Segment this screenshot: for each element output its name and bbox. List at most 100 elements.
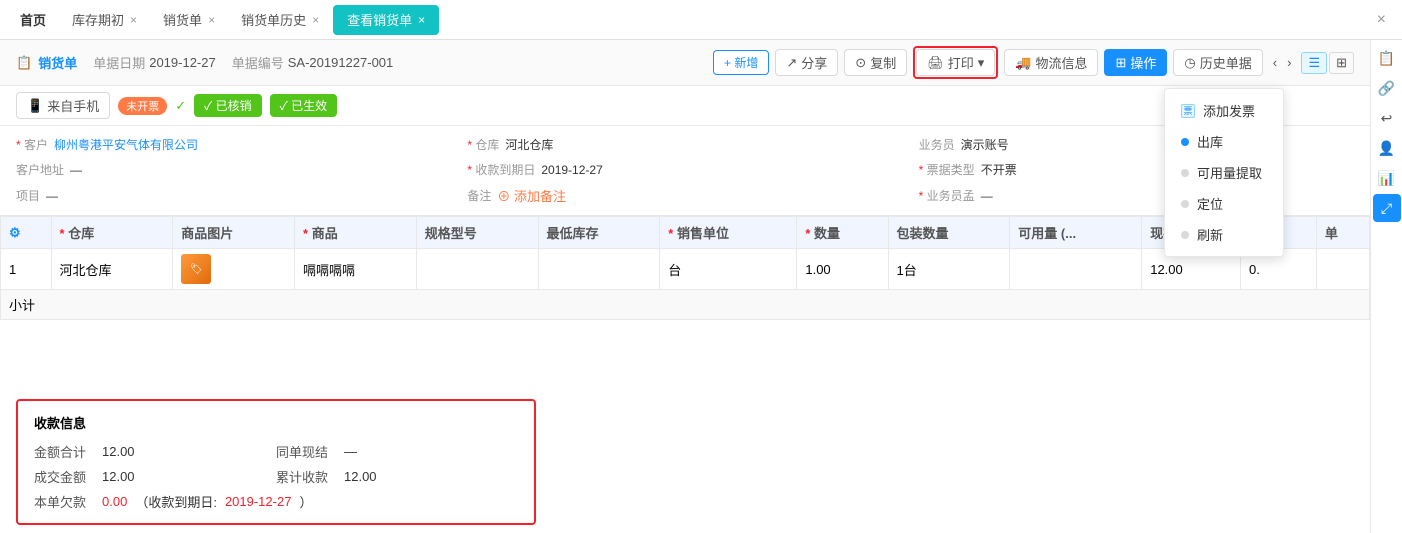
- effective-button[interactable]: ✓ 已生效: [270, 94, 338, 117]
- next-button[interactable]: ›: [1283, 53, 1295, 72]
- row-sales-unit: 台: [660, 249, 797, 290]
- row-warehouse: 河北仓库: [51, 249, 173, 290]
- print-dropdown-arrow: ▾: [978, 55, 985, 71]
- tab-sales[interactable]: 销货单 ×: [151, 4, 227, 36]
- sidebar-expand-icon[interactable]: ⤢: [1373, 194, 1401, 222]
- tab-bar: 首页 库存期初 × 销货单 × 销货单历史 × 查看销货单 × ×: [0, 0, 1402, 40]
- list-view-button[interactable]: ☰: [1301, 52, 1327, 74]
- prev-button[interactable]: ‹: [1269, 53, 1281, 72]
- share-icon: ↗: [786, 55, 797, 71]
- cumulative-collection-value: 12.00: [344, 469, 377, 484]
- tab-view-sales[interactable]: 查看销货单 ×: [333, 5, 439, 35]
- outbound-label: 出库: [1197, 132, 1223, 151]
- view-sales-tab-close[interactable]: ×: [418, 13, 425, 27]
- qty-pickup-dot: [1181, 169, 1189, 177]
- dropdown-locate[interactable]: 定位: [1165, 188, 1283, 219]
- staff-value: 演示账号: [961, 136, 1009, 153]
- sidebar-doc-icon[interactable]: 📋: [1373, 44, 1401, 72]
- same-settlement-label: 同单现结: [276, 442, 336, 461]
- sidebar-return-icon[interactable]: ↩: [1373, 104, 1401, 132]
- refresh-label: 刷新: [1197, 225, 1223, 244]
- not-opened-badge: 未开票: [118, 97, 167, 115]
- check-button[interactable]: ✓: [175, 98, 186, 114]
- inventory-tab-close[interactable]: ×: [130, 13, 137, 27]
- date-value: 2019-12-27: [149, 55, 216, 70]
- total-amount-label: 金额合计: [34, 442, 94, 461]
- remark-row: 备注 ⊕ 添加备注: [467, 186, 902, 205]
- sidebar-link-icon[interactable]: 🔗: [1373, 74, 1401, 102]
- cumulative-collection-label: 累计收款: [276, 467, 336, 486]
- ticket-row: 票据类型 不开票: [919, 161, 1354, 178]
- col-sales-unit: 销售单位: [660, 217, 797, 249]
- sales-tab-close[interactable]: ×: [208, 13, 215, 27]
- sidebar-chart-icon[interactable]: 📊: [1373, 164, 1401, 192]
- due-date-label: 收款到期日: [467, 161, 535, 178]
- project-value: —: [46, 189, 58, 203]
- doc-actions: + 新增 ↗ 分享 ⊙ 复制 🖨 打印 ▾ 🚚: [713, 46, 1354, 79]
- date-label: 单据日期: [93, 53, 145, 72]
- sidebar-user-icon[interactable]: 👤: [1373, 134, 1401, 162]
- window-close-button[interactable]: ×: [1369, 11, 1394, 29]
- print-button[interactable]: 🖨 打印 ▾: [916, 49, 995, 76]
- operate-button[interactable]: ⊞ 操作: [1104, 49, 1167, 76]
- new-button[interactable]: + 新增: [713, 50, 769, 75]
- subtotal-row: 小计: [1, 290, 1370, 320]
- grid-icon: ⊞: [1115, 55, 1126, 71]
- logistics-button[interactable]: 🚚 物流信息: [1004, 49, 1098, 76]
- col-warehouse: 仓库: [51, 217, 173, 249]
- tab-sales-history[interactable]: 销货单历史 ×: [229, 4, 331, 36]
- doc-icon: 📋: [16, 55, 32, 71]
- dropdown-add-invoice[interactable]: 票 添加发票: [1165, 95, 1283, 126]
- settings-icon[interactable]: ⚙: [9, 225, 21, 240]
- grid-view-button[interactable]: ⊞: [1329, 52, 1354, 74]
- row-available: [1010, 249, 1142, 290]
- col-settings[interactable]: ⚙: [1, 217, 52, 249]
- phone-icon: 📱: [27, 98, 43, 114]
- number-label: 单据编号: [232, 53, 284, 72]
- dropdown-refresh[interactable]: 刷新: [1165, 219, 1283, 250]
- customer-value[interactable]: 柳州粤港平安气体有限公司: [54, 136, 198, 153]
- salesman-row: 业务员孟 —: [919, 186, 1354, 205]
- history-icon: ◷: [1184, 55, 1195, 71]
- outstanding-end: ）: [299, 492, 312, 511]
- share-button[interactable]: ↗ 分享: [775, 49, 838, 76]
- sales-tab-label: 销货单: [163, 10, 202, 29]
- row-image: 🏷: [173, 249, 295, 290]
- tab-inventory[interactable]: 库存期初 ×: [60, 4, 149, 36]
- remark-label: 备注: [467, 187, 491, 204]
- ticket-value: 不开票: [981, 161, 1017, 178]
- address-label: 客户地址: [16, 161, 64, 178]
- inventory-tab-label: 库存期初: [72, 10, 124, 29]
- outbound-dot: [1181, 138, 1189, 146]
- salesman-value: —: [981, 189, 993, 203]
- doc-title: 📋 销货单: [16, 53, 77, 72]
- address-row: 客户地址 —: [16, 161, 451, 178]
- verified-button[interactable]: ✓ 已核销: [194, 94, 262, 117]
- add-invoice-label: 添加发票: [1203, 101, 1255, 120]
- copy-button[interactable]: ⊙ 复制: [844, 49, 907, 76]
- col-more: 单: [1316, 217, 1369, 249]
- sales-history-tab-close[interactable]: ×: [312, 13, 319, 27]
- add-remark-button[interactable]: ⊕ 添加备注: [497, 186, 566, 205]
- nav-arrows: ‹ ›: [1269, 53, 1296, 72]
- dropdown-outbound[interactable]: 出库: [1165, 126, 1283, 157]
- col-min-stock: 最低库存: [538, 217, 660, 249]
- print-icon: 🖨: [927, 55, 944, 71]
- payment-title: 收款信息: [34, 413, 518, 432]
- col-image: 商品图片: [173, 217, 295, 249]
- operate-dropdown: 票 添加发票 出库 可用量提取 定位 刷新: [1164, 88, 1284, 257]
- view-sales-tab-label: 查看销货单: [347, 10, 412, 29]
- staff-row: 业务员 演示账号: [919, 136, 1354, 153]
- col-spec: 规格型号: [416, 217, 538, 249]
- project-label: 项目: [16, 187, 40, 204]
- row-product: 嗝嗝嗝嗝: [295, 249, 417, 290]
- outstanding-value: 0.00: [102, 494, 127, 509]
- tab-home[interactable]: 首页: [8, 4, 58, 36]
- logistics-icon: 🚚: [1015, 55, 1031, 71]
- right-sidebar: 📋 🔗 ↩ 👤 📊 ⤢: [1370, 40, 1402, 533]
- outstanding-note: （收款到期日:: [135, 492, 217, 511]
- dropdown-qty-pickup[interactable]: 可用量提取: [1165, 157, 1283, 188]
- outstanding-label: 本单欠款: [34, 492, 94, 511]
- history-button[interactable]: ◷ 历史单据: [1173, 49, 1262, 76]
- from-phone-button[interactable]: 📱 来自手机: [16, 92, 110, 119]
